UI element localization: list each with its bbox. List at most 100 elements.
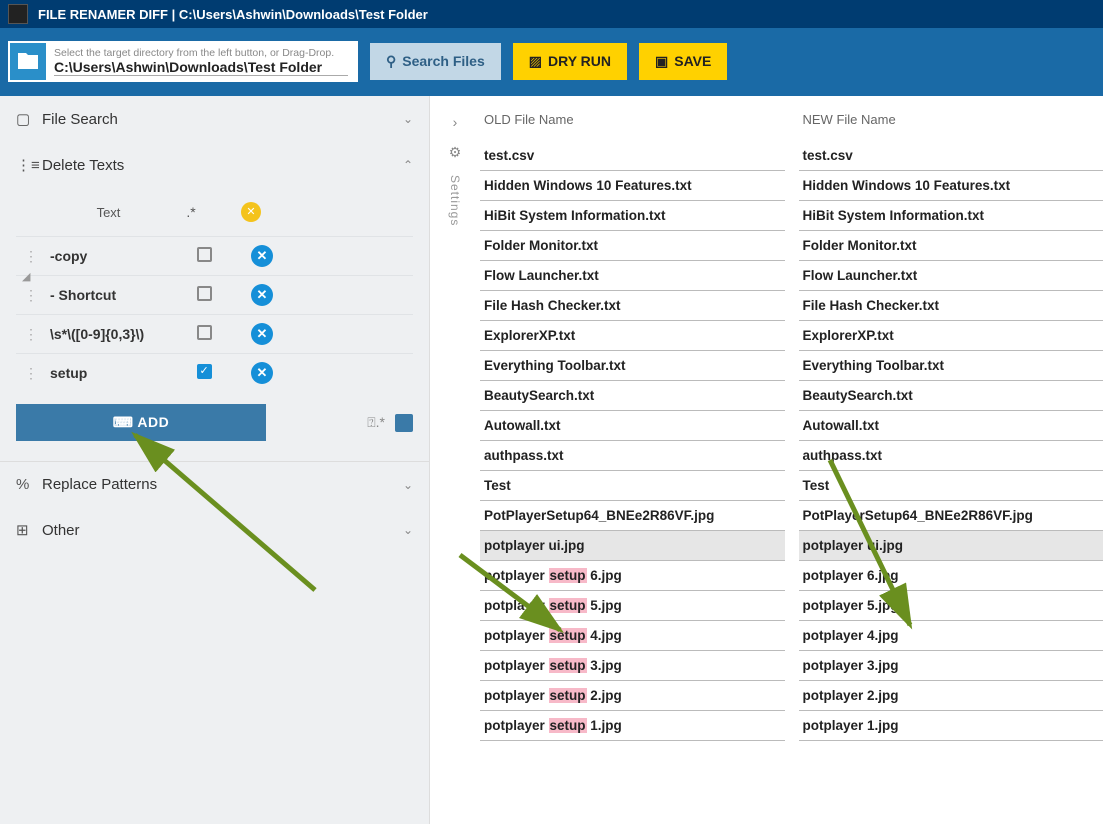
file-row-old[interactable]: Hidden Windows 10 Features.txt: [480, 171, 785, 201]
file-row-new[interactable]: potplayer ui.jpg: [799, 531, 1103, 561]
file-row-new[interactable]: Flow Launcher.txt: [799, 261, 1103, 291]
rule-regex-checkbox[interactable]: [176, 364, 232, 382]
file-row-new[interactable]: HiBit System Information.txt: [799, 201, 1103, 231]
file-row-old[interactable]: potplayer setup 2.jpg: [480, 681, 785, 711]
search-files-button[interactable]: ⚲ Search Files: [370, 43, 501, 80]
directory-text[interactable]: Select the target directory from the lef…: [46, 43, 356, 80]
file-row-old[interactable]: File Hash Checker.txt: [480, 291, 785, 321]
file-row-new[interactable]: potplayer 6.jpg: [799, 561, 1103, 591]
file-row-old[interactable]: Folder Monitor.txt: [480, 231, 785, 261]
file-row-old[interactable]: Test: [480, 471, 785, 501]
dry-run-button[interactable]: ▨ DRY RUN: [513, 43, 627, 80]
file-row-new[interactable]: potplayer 3.jpg: [799, 651, 1103, 681]
file-row-new[interactable]: File Hash Checker.txt: [799, 291, 1103, 321]
close-icon: ✕: [251, 245, 273, 267]
remove-all-icon[interactable]: ✕: [241, 202, 261, 222]
card-icon[interactable]: [395, 414, 413, 432]
highlight-match: setup: [549, 568, 587, 583]
file-row-new[interactable]: BeautySearch.txt: [799, 381, 1103, 411]
file-row-old[interactable]: potplayer setup 4.jpg: [480, 621, 785, 651]
file-row-old[interactable]: potplayer setup 6.jpg: [480, 561, 785, 591]
rule-regex-checkbox[interactable]: [176, 247, 232, 265]
rule-regex-checkbox[interactable]: [176, 325, 232, 343]
chevron-down-icon: ⌄: [403, 112, 413, 126]
save-button[interactable]: ▣ SAVE: [639, 43, 727, 80]
file-row-old[interactable]: ExplorerXP.txt: [480, 321, 785, 351]
drag-handle-icon[interactable]: ⋮: [16, 248, 46, 265]
browse-folder-button[interactable]: [10, 43, 46, 80]
file-row-new[interactable]: Folder Monitor.txt: [799, 231, 1103, 261]
settings-label: Settings: [448, 175, 462, 226]
expand-icon[interactable]: ›: [453, 114, 458, 130]
file-row-new[interactable]: Everything Toolbar.txt: [799, 351, 1103, 381]
folder-outline-icon: ▢: [16, 110, 34, 128]
new-column-header: NEW File Name: [799, 106, 1103, 141]
file-row-new[interactable]: PotPlayerSetup64_BNEe2R86VF.jpg: [799, 501, 1103, 531]
rule-row: ⋮\s*\([0-9]{0,3}\) ✕: [16, 314, 413, 353]
drag-handle-icon[interactable]: ⋮: [16, 287, 46, 304]
file-row-old[interactable]: authpass.txt: [480, 441, 785, 471]
directory-path: C:\Users\Ashwin\Downloads\Test Folder: [54, 59, 348, 76]
app-icon: [8, 4, 28, 24]
section-delete-texts[interactable]: ⋮≡ Delete Texts ⌃: [0, 142, 429, 188]
section-label: Replace Patterns: [42, 476, 157, 493]
file-row-old[interactable]: Everything Toolbar.txt: [480, 351, 785, 381]
section-replace-patterns[interactable]: % Replace Patterns ⌄: [0, 461, 429, 507]
directory-hint: Select the target directory from the lef…: [54, 47, 348, 59]
delete-texts-body: Text .* ✕ ◢ ⋮-copy✕⋮- Shortcut✕⋮\s*\([0-…: [0, 188, 429, 461]
add-rule-button[interactable]: ⌨ ADD: [16, 404, 266, 441]
file-row-old[interactable]: BeautySearch.txt: [480, 381, 785, 411]
rule-text[interactable]: -copy: [46, 248, 176, 264]
file-row-old[interactable]: Flow Launcher.txt: [480, 261, 785, 291]
file-row-new[interactable]: Hidden Windows 10 Features.txt: [799, 171, 1103, 201]
highlight-match: setup: [549, 718, 587, 733]
file-row-new[interactable]: ExplorerXP.txt: [799, 321, 1103, 351]
file-row-new[interactable]: Autowall.txt: [799, 411, 1103, 441]
search-label: Search Files: [402, 53, 485, 69]
rule-delete-button[interactable]: ✕: [232, 323, 292, 345]
drag-handle-icon[interactable]: ⋮: [16, 326, 46, 343]
rule-columns-header: Text .* ✕: [16, 192, 413, 236]
section-other[interactable]: ⊞ Other ⌄: [0, 507, 429, 553]
highlight-match: setup: [549, 628, 587, 643]
rule-delete-button[interactable]: ✕: [232, 284, 292, 306]
file-row-new[interactable]: potplayer 4.jpg: [799, 621, 1103, 651]
file-row-new[interactable]: potplayer 5.jpg: [799, 591, 1103, 621]
help-icon[interactable]: ⍰.*: [367, 414, 385, 431]
gear-icon[interactable]: ⚙: [449, 144, 462, 161]
highlight-match: setup: [549, 598, 587, 613]
rule-regex-checkbox[interactable]: [176, 286, 232, 304]
file-row-old[interactable]: potplayer setup 5.jpg: [480, 591, 785, 621]
rule-delete-button[interactable]: ✕: [232, 362, 292, 384]
rule-text[interactable]: - Shortcut: [46, 287, 176, 303]
file-row-old[interactable]: potplayer ui.jpg: [480, 531, 785, 561]
file-row-old[interactable]: PotPlayerSetup64_BNEe2R86VF.jpg: [480, 501, 785, 531]
chevron-up-icon: ⌃: [403, 158, 413, 172]
rule-text[interactable]: setup: [46, 365, 176, 381]
file-row-old[interactable]: HiBit System Information.txt: [480, 201, 785, 231]
new-filename-column: NEW File Name test.csvHidden Windows 10 …: [799, 106, 1103, 824]
collapse-triangle-icon[interactable]: ◢: [22, 270, 30, 283]
file-diff-area: OLD File Name test.csvHidden Windows 10 …: [480, 96, 1103, 824]
file-row-new[interactable]: potplayer 2.jpg: [799, 681, 1103, 711]
file-row-new[interactable]: Test: [799, 471, 1103, 501]
file-row-old[interactable]: potplayer setup 1.jpg: [480, 711, 785, 741]
chevron-down-icon: ⌄: [403, 478, 413, 492]
section-label: Delete Texts: [42, 157, 124, 174]
drag-handle-icon[interactable]: ⋮: [16, 365, 46, 382]
section-file-search[interactable]: ▢ File Search ⌄: [0, 96, 429, 142]
file-row-new[interactable]: potplayer 1.jpg: [799, 711, 1103, 741]
rule-row: ⋮- Shortcut ✕: [16, 275, 413, 314]
file-row-old[interactable]: Autowall.txt: [480, 411, 785, 441]
rule-delete-button[interactable]: ✕: [232, 245, 292, 267]
highlight-match: setup: [549, 658, 587, 673]
rule-text[interactable]: \s*\([0-9]{0,3}\): [46, 326, 176, 342]
chevron-down-icon: ⌄: [403, 523, 413, 537]
file-row-new[interactable]: test.csv: [799, 141, 1103, 171]
file-row-old[interactable]: test.csv: [480, 141, 785, 171]
file-row-new[interactable]: authpass.txt: [799, 441, 1103, 471]
percent-icon: %: [16, 476, 34, 493]
file-row-old[interactable]: potplayer setup 3.jpg: [480, 651, 785, 681]
highlight-match: setup: [549, 688, 587, 703]
header-toolbar: Select the target directory from the lef…: [0, 28, 1103, 96]
